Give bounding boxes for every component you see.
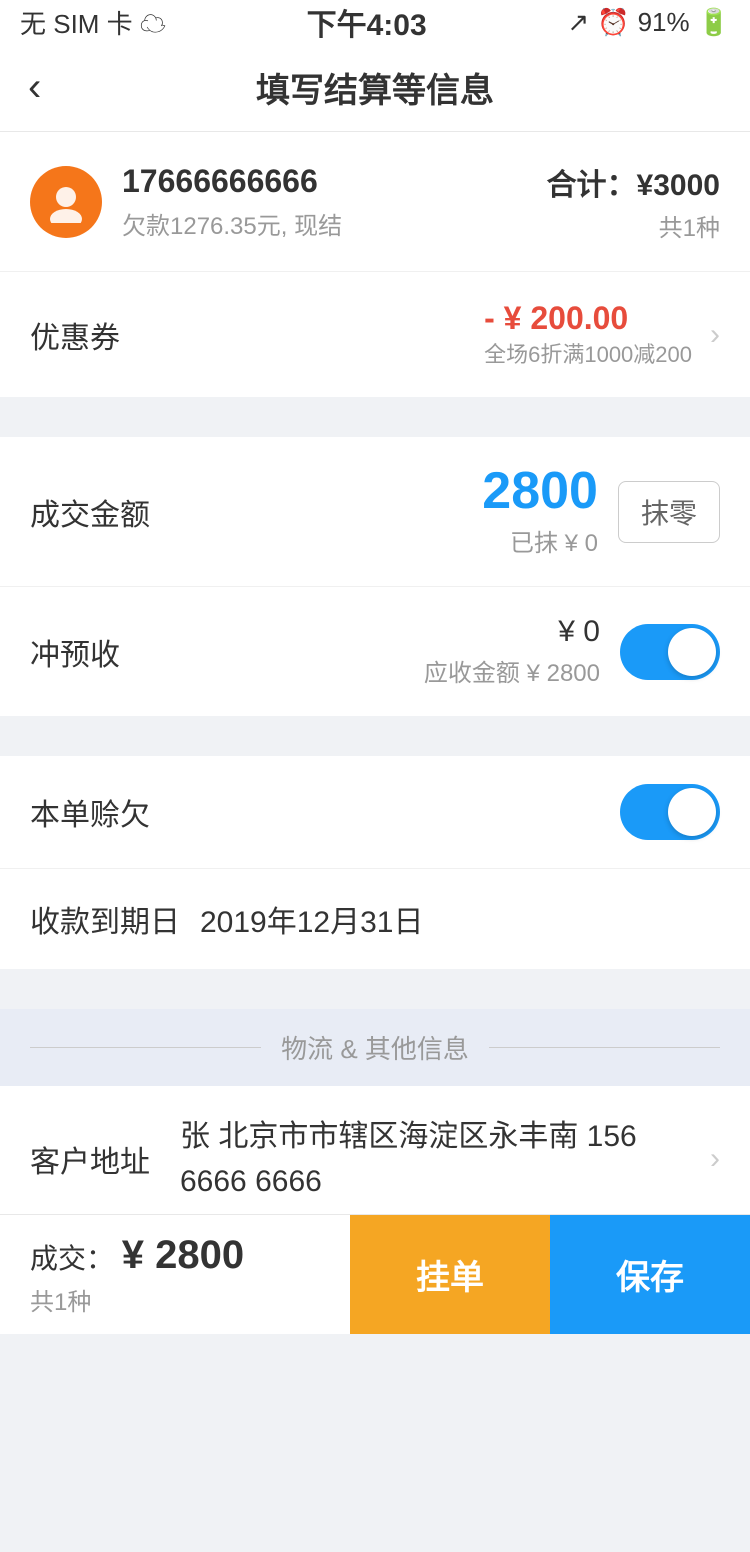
duedate-value: 2019年12月31日 [200,897,423,941]
prepay-right: ¥ 0 应收金额 ¥ 2800 [424,615,720,688]
bottom-deal-label: 成交： [30,1243,114,1274]
bottom-bar: 成交： ¥ 2800 共1种 挂单 保存 [0,1214,750,1334]
deal-row: 成交金额 2800 已抹 ¥ 0 抹零 [0,437,750,586]
customer-right: 合计：¥3000 共1种 [547,160,720,243]
debts-row: 本单赊欠 [0,756,750,868]
bottom-deal-row: 成交： ¥ 2800 [30,1233,320,1278]
deal-section: 成交金额 2800 已抹 ¥ 0 抹零 冲预收 ¥ 0 应收金额 ¥ 2800 [0,437,750,716]
back-button[interactable]: ‹ [28,65,41,110]
address-section: 客户地址 张 北京市市辖区海淀区永丰南 156 6666 6666 › [0,1086,750,1232]
address-label: 客户地址 [30,1137,150,1181]
divider-1 [0,417,750,437]
duedate-row: 收款到期日 2019年12月31日 [0,868,750,969]
status-bar-left: 无 SIM 卡 ☁ [20,4,166,41]
divider-2 [0,736,750,756]
debts-toggle[interactable] [620,784,720,840]
deal-label: 成交金额 [30,490,150,534]
erase-button[interactable]: 抹零 [618,481,720,543]
hang-button[interactable]: 挂单 [350,1215,550,1334]
coupon-label: 优惠券 [30,313,120,357]
deal-right: 2800 已抹 ¥ 0 抹零 [482,465,720,558]
coupon-desc: 全场6折满1000减200 [484,337,692,369]
prepay-row: 冲预收 ¥ 0 应收金额 ¥ 2800 [0,586,750,716]
chevron-right-icon: › [710,318,720,352]
status-bar-time: 下午4:03 [307,0,427,44]
deal-erased: 已抹 ¥ 0 [482,523,598,558]
customer-info: 17666666666 欠款1276.35元, 现结 [122,163,342,241]
customer-left: 17666666666 欠款1276.35元, 现结 [30,163,342,241]
save-button[interactable]: 保存 [550,1215,750,1334]
page-title: 填写结算等信息 [256,63,494,112]
total-count: 共1种 [547,208,720,243]
divider-3 [0,989,750,1009]
prepay-amount-wrap: ¥ 0 应收金额 ¥ 2800 [424,615,600,688]
divider-line-right [489,1047,720,1048]
status-bar-right: ↗ ⏰ 91% 🔋 [567,7,730,38]
clock-icon: ⏰ [597,7,629,38]
nav-bar: ‹ 填写结算等信息 [0,44,750,132]
prepay-receivable: 应收金额 ¥ 2800 [424,653,600,688]
bottom-deal-amount: ¥ 2800 [122,1233,244,1277]
prepay-toggle[interactable] [620,624,720,680]
chevron-right-address-icon: › [710,1142,720,1176]
bottom-summary: 成交： ¥ 2800 共1种 [0,1215,350,1334]
address-row[interactable]: 客户地址 张 北京市市辖区海淀区永丰南 156 6666 6666 › [0,1086,750,1232]
prepay-label: 冲预收 [30,630,120,674]
coupon-right: - ¥ 200.00 全场6折满1000减200 › [484,300,720,369]
avatar-icon [45,181,87,223]
customer-row: 17666666666 欠款1276.35元, 现结 合计：¥3000 共1种 [0,132,750,271]
deal-amount: 2800 [482,465,598,517]
location-icon: ↗ [567,7,589,38]
address-chevron: › [710,1142,720,1176]
status-bar: 无 SIM 卡 ☁ 下午4:03 ↗ ⏰ 91% 🔋 [0,0,750,44]
debts-section: 本单赊欠 收款到期日 2019年12月31日 [0,756,750,969]
duedate-label: 收款到期日 [30,897,180,941]
content-area: 17666666666 欠款1276.35元, 现结 合计：¥3000 共1种 … [0,132,750,1552]
customer-section: 17666666666 欠款1276.35元, 现结 合计：¥3000 共1种 … [0,132,750,397]
battery-icon: 🔋 [698,7,730,38]
divider-line-left [30,1047,261,1048]
avatar [30,166,102,238]
sim-label: 无 SIM 卡 ☁ [20,4,166,41]
battery-label: 91% [638,7,690,38]
deal-amount-wrap: 2800 已抹 ¥ 0 [482,465,598,558]
logistics-divider: 物流 & 其他信息 [0,1009,750,1086]
coupon-discount: - ¥ 200.00 [484,300,700,337]
total-amount: 合计：¥3000 [547,160,720,204]
debts-label: 本单赊欠 [30,790,150,834]
customer-phone: 17666666666 [122,163,342,200]
logistics-label: 物流 & 其他信息 [281,1029,469,1066]
bottom-count: 共1种 [30,1282,320,1317]
customer-sub: 欠款1276.35元, 现结 [122,206,342,241]
coupon-row[interactable]: 优惠券 - ¥ 200.00 全场6折满1000减200 › [0,271,750,397]
address-value: 张 北京市市辖区海淀区永丰南 156 6666 6666 [180,1114,710,1204]
prepay-amount: ¥ 0 [424,615,600,649]
